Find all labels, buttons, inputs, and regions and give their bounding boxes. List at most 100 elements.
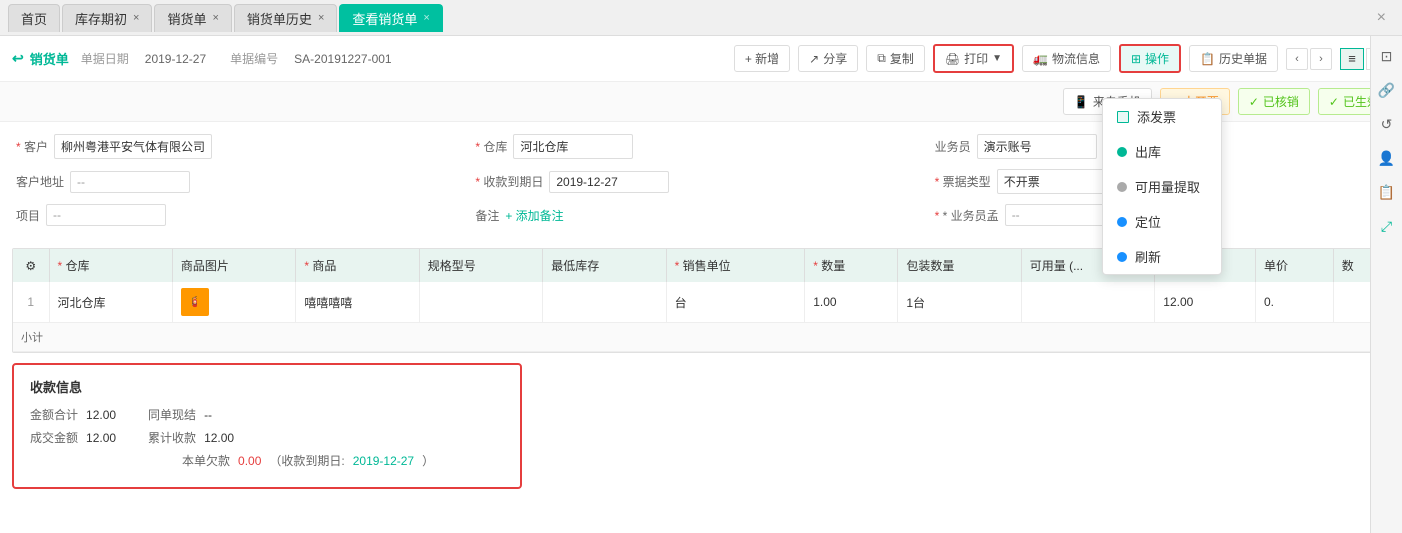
col-qty: 数量 (805, 249, 898, 282)
row-number: 1 (13, 282, 49, 323)
doc-number-value: SA-20191227-001 (294, 50, 391, 67)
spacer-item (30, 452, 150, 469)
notes-label: 备注 (475, 207, 499, 224)
doc-title: ↩ 销货单 (12, 49, 69, 68)
payment-title: 收款信息 (30, 377, 504, 396)
col-img: 商品图片 (172, 249, 295, 282)
next-arrow[interactable]: › (1310, 48, 1332, 70)
due-date-value[interactable]: 2019-12-27 (549, 171, 669, 193)
balance-note: （收款到期日: (269, 452, 344, 469)
operations-button[interactable]: ⊞ 操作 (1119, 44, 1181, 73)
balance-date: 2019-12-27 (353, 454, 414, 468)
tab-view-sales-close[interactable]: × (423, 12, 429, 24)
ticket-label: 票据类型 (935, 173, 991, 190)
locate-item[interactable]: 定位 (1103, 204, 1221, 239)
tab-inventory-close[interactable]: × (133, 12, 139, 24)
row-pack-qty: 1台 (898, 282, 1021, 323)
logistics-button[interactable]: 🚛 物流信息 (1022, 45, 1111, 72)
sidebar-icon-2[interactable]: 🔗 (1375, 78, 1399, 102)
refresh-item[interactable]: 刷新 (1103, 239, 1221, 274)
add-notes-button[interactable]: + 添加备注 (505, 207, 563, 224)
product-thumbnail: 🧯 (181, 288, 209, 316)
history-button[interactable]: 📋 历史单据 (1189, 45, 1278, 72)
close-all-tabs[interactable]: × (1369, 9, 1394, 27)
tab-sales-history[interactable]: 销货单历史 × (234, 4, 337, 32)
project-field: 项目 -- (16, 204, 467, 226)
sidebar-icon-3[interactable]: ↺ (1375, 112, 1399, 136)
address-value[interactable]: -- (70, 171, 190, 193)
staff-label: 业务员 (935, 138, 971, 155)
cumulative-item: 累计收款 12.00 (148, 429, 234, 446)
doc-number-label: 单据编号 (230, 50, 278, 67)
list-view-button[interactable]: ≡ (1340, 48, 1364, 70)
row-product: 嘻嘻嘻嘻 (296, 282, 419, 323)
sidebar-icon-4[interactable]: 👤 (1375, 146, 1399, 170)
available-item[interactable]: 可用量提取 (1103, 169, 1221, 204)
tab-view-sales[interactable]: 查看销货单 × (339, 4, 442, 32)
tab-sales-order[interactable]: 销货单 × (154, 4, 231, 32)
tab-sales-history-label: 销货单历史 (247, 9, 312, 28)
payment-row-2: 成交金额 12.00 累计收款 12.00 (30, 429, 504, 446)
prev-arrow[interactable]: ‹ (1286, 48, 1308, 70)
cumulative-value: 12.00 (204, 431, 234, 445)
share-button[interactable]: ↗ 分享 (798, 45, 858, 72)
nav-arrows: ‹ › (1286, 48, 1332, 70)
history-icon: 📋 (1200, 52, 1215, 66)
new-button[interactable]: + 新增 (734, 45, 790, 72)
add-invoice-label: 添发票 (1137, 107, 1176, 126)
print-icon: 🖨 (945, 52, 960, 66)
project-label: 项目 (16, 207, 40, 224)
row-stock: 12.00 (1155, 282, 1256, 323)
doc-date-label: 单据日期 (81, 50, 129, 67)
table-row: 1 河北仓库 🧯 嘻嘻嘻嘻 台 1.00 1台 12.00 0. (13, 282, 1389, 323)
same-order-item: 同单现结 -- (148, 406, 212, 423)
subtotal-label: 小计 (13, 323, 1389, 352)
tab-bar: 首页 库存期初 × 销货单 × 销货单历史 × 查看销货单 × × (0, 0, 1402, 36)
outbound-icon (1117, 147, 1127, 157)
staff-value[interactable]: 演示账号 (977, 134, 1097, 159)
operations-icon: ⊞ (1131, 52, 1141, 66)
refresh-icon (1117, 252, 1127, 262)
tab-sales-history-close[interactable]: × (318, 12, 324, 24)
balance-item: 本单欠款 0.00 （收款到期日: 2019-12-27 ） (182, 452, 434, 469)
row-unit: 台 (666, 282, 805, 323)
tab-sales-order-close[interactable]: × (212, 12, 218, 24)
add-invoice-item[interactable]: 添发票 (1103, 99, 1221, 134)
col-min-stock: 最低库存 (543, 249, 666, 282)
deal-amount-item: 成交金额 12.00 (30, 429, 116, 446)
sidebar-icon-6[interactable]: ⤢ (1375, 214, 1399, 238)
check-button[interactable]: ✓ 已核销 (1238, 88, 1310, 115)
customer-label: 客户 (16, 138, 48, 155)
sidebar-icon-1[interactable]: ⊡ (1375, 44, 1399, 68)
doc-title-text: 销货单 (30, 49, 69, 68)
sidebar-icon-5[interactable]: 📋 (1375, 180, 1399, 204)
payment-row-1: 金额合计 12.00 同单现结 -- (30, 406, 504, 423)
truck-icon: 🚛 (1033, 52, 1048, 66)
customer-field: 客户 柳州粤港平安气体有限公司 (16, 134, 467, 159)
tab-inventory[interactable]: 库存期初 × (62, 4, 152, 32)
operations-dropdown: 添发票 出库 可用量提取 定位 刷新 (1102, 98, 1222, 275)
payment-section: 收款信息 金额合计 12.00 同单现结 -- 成交金额 12.00 累计收款 … (12, 363, 522, 489)
address-label: 客户地址 (16, 173, 64, 190)
outbound-label: 出库 (1135, 142, 1161, 161)
col-spec: 规格型号 (419, 249, 542, 282)
ticket-value[interactable]: 不开票 (997, 169, 1117, 194)
col-product: 商品 (296, 249, 419, 282)
available-label: 可用量提取 (1135, 177, 1200, 196)
print-dropdown-arrow: ▼ (992, 53, 1002, 64)
project-value[interactable]: -- (46, 204, 166, 226)
payment-row-3: 本单欠款 0.00 （收款到期日: 2019-12-27 ） (30, 452, 504, 469)
balance-paren: ） (422, 452, 434, 469)
outbound-item[interactable]: 出库 (1103, 134, 1221, 169)
right-sidebar: ⊡ 🔗 ↺ 👤 📋 ⤢ (1370, 36, 1402, 533)
print-button[interactable]: 🖨 打印 ▼ (933, 44, 1014, 73)
copy-button[interactable]: ⧉ 复制 (866, 45, 925, 72)
tab-home[interactable]: 首页 (8, 4, 60, 32)
available-icon (1117, 182, 1127, 192)
warehouse-label: 仓库 (475, 138, 507, 155)
total-value: 12.00 (86, 408, 116, 422)
col-settings[interactable]: ⚙ (13, 249, 49, 282)
warehouse-value[interactable]: 河北仓库 (513, 134, 633, 159)
customer-value[interactable]: 柳州粤港平安气体有限公司 (54, 134, 212, 159)
locate-label: 定位 (1135, 212, 1161, 231)
